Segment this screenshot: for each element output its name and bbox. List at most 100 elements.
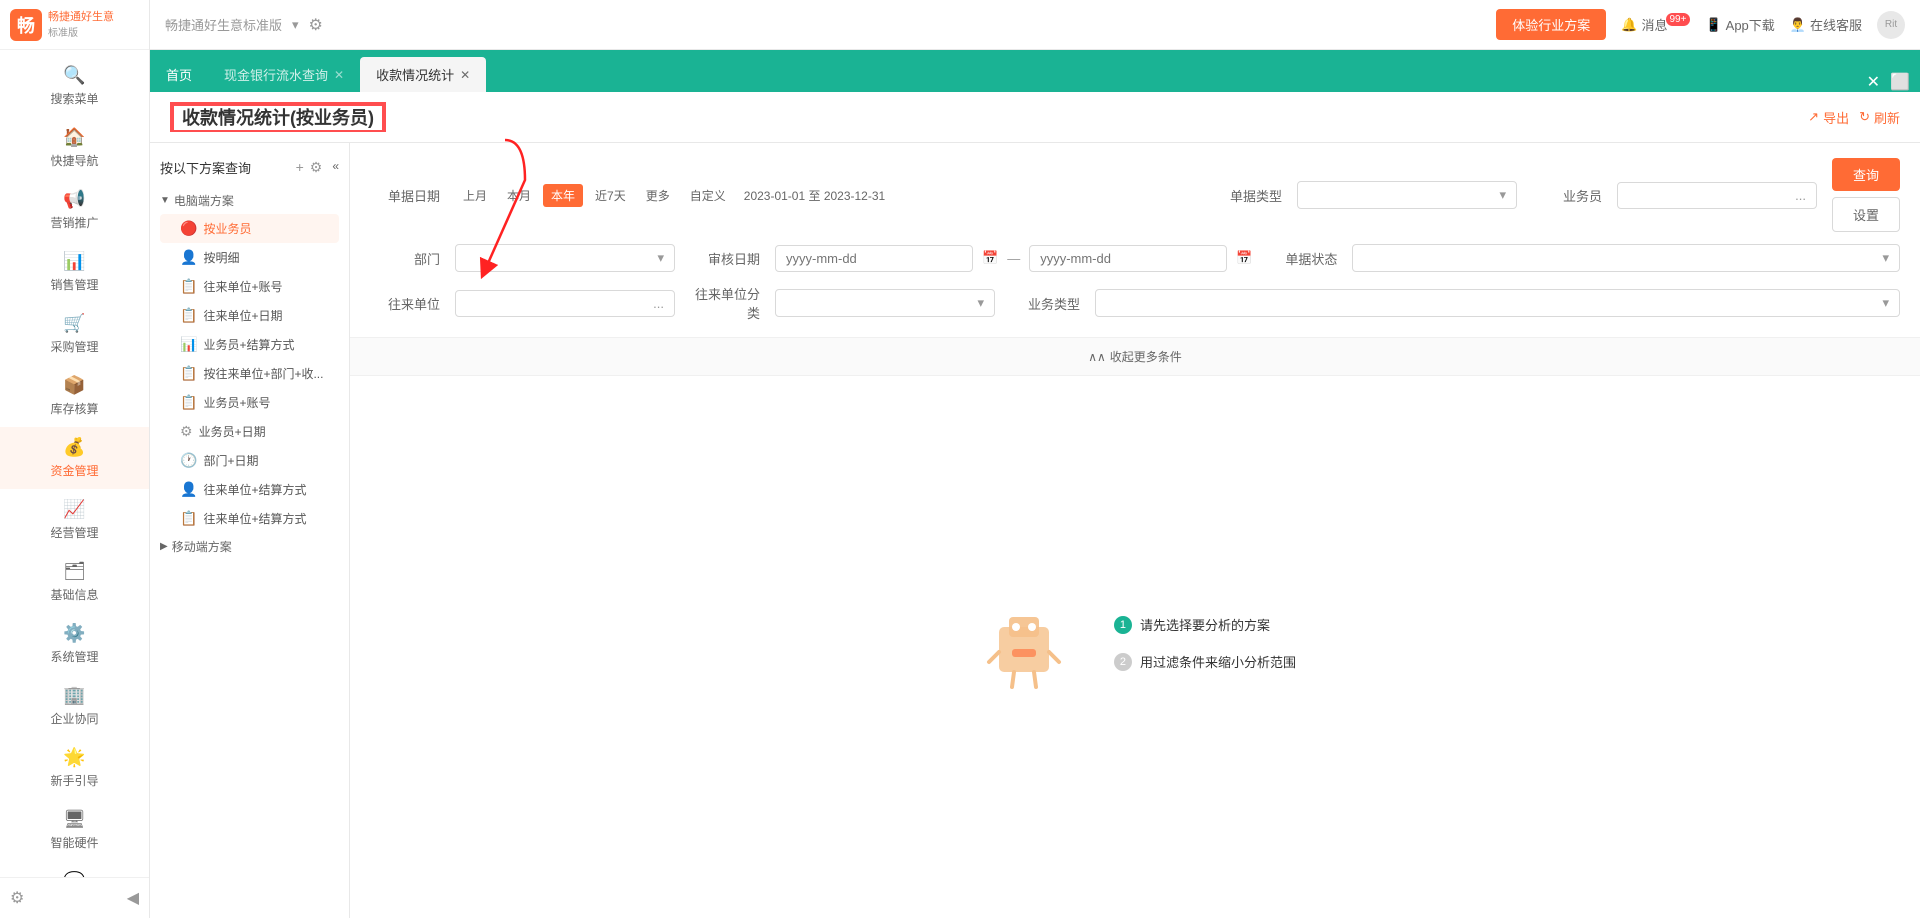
tab-close-collection-stats[interactable]: ✕ (460, 68, 470, 82)
sidebar-item-label: 库存核算 (50, 400, 98, 417)
scheme-item-dept-date[interactable]: 🕐部门+日期 (160, 446, 339, 475)
sidebar-nav: 🔍搜索菜单🏠快捷导航📢营销推广📊销售管理🛒采购管理 📦 库存核算 💰资金管理📈经营管理… (0, 50, 149, 877)
query-btn[interactable]: 查询 (1832, 158, 1900, 191)
sidebar-collapse-btn[interactable]: ◀ (127, 888, 139, 908)
doc-type-dropdown-icon: ▾ (1499, 187, 1506, 203)
scheme-item-by-salesperson[interactable]: 🔴按业务员 (160, 214, 339, 243)
salesperson-more-icon[interactable]: ... (1795, 188, 1806, 203)
notification-btn[interactable]: 🔔 消息 99+ (1621, 15, 1690, 34)
export-label: 导出 (1823, 108, 1849, 127)
refresh-btn[interactable]: ↻ 刷新 (1859, 108, 1900, 127)
sidebar-item-guide[interactable]: 🌟新手引导 (0, 737, 149, 799)
sidebar-item-operation[interactable]: 📈经营管理 (0, 489, 149, 551)
scheme-collapse-icon[interactable]: « (332, 159, 339, 176)
scheme-item-salesperson-account[interactable]: 📋业务员+账号 (160, 388, 339, 417)
scheme-settings-icon[interactable]: ⚙ (310, 159, 323, 176)
doc-status-select[interactable]: ▾ (1352, 244, 1900, 272)
scheme-group-header-mobile[interactable]: ▶移动端方案 (160, 533, 339, 560)
quick-nav-icon: 🏠 (63, 127, 85, 148)
export-btn[interactable]: ↗ 导出 (1808, 108, 1849, 127)
logo-icon: 畅 (10, 9, 42, 41)
date-tab-custom[interactable]: 自定义 (682, 184, 734, 207)
partner-settlement2-scheme-icon: 📋 (180, 510, 197, 527)
settings-btn[interactable]: 设置 (1832, 197, 1900, 232)
page-header: 收款情况统计(按业务员) ↗ 导出 ↻ 刷新 (150, 92, 1920, 143)
app-download-btn[interactable]: 📱 App下载 (1705, 15, 1774, 34)
sidebar-item-purchase[interactable]: 🛒采购管理 (0, 303, 149, 365)
sidebar-item-finance[interactable]: 💰资金管理 (0, 427, 149, 489)
tab-bank-flow[interactable]: 现金银行流水查询 ✕ (208, 57, 360, 92)
audit-date-end-calendar-icon[interactable]: 📅 (1236, 250, 1252, 266)
settings-icon[interactable]: ⚙ (309, 15, 323, 35)
partner-more-icon[interactable]: ... (653, 296, 664, 311)
sidebar-item-label: 系统管理 (50, 648, 98, 665)
dept-select[interactable]: ▾ (455, 244, 675, 272)
by-salesperson-scheme-icon: 🔴 (180, 220, 197, 237)
guide-icon: 🌟 (63, 747, 85, 768)
logo-text: 畅捷通好生意 (48, 10, 114, 24)
collapse-bar[interactable]: ∧∧ 收起更多条件 (350, 338, 1920, 376)
scheme-item-salesperson-settlement[interactable]: 📊业务员+结算方式 (160, 330, 339, 359)
date-tab-last-month[interactable]: 上月 (455, 184, 495, 207)
sidebar-item-marketing[interactable]: 📢营销推广 (0, 179, 149, 241)
step-2-text: 用过滤条件来缩小分析范围 (1140, 652, 1296, 671)
doc-type-select[interactable]: ▾ (1297, 181, 1517, 209)
scheme-item-salesperson-date[interactable]: ⚙业务员+日期 (160, 417, 339, 446)
salesperson-account-scheme-icon: 📋 (180, 394, 197, 411)
industry-btn[interactable]: 体验行业方案 (1496, 9, 1606, 40)
scheme-item-partner-account[interactable]: 📋往来单位+账号 (160, 272, 339, 301)
sidebar-item-system[interactable]: ⚙️系统管理 (0, 613, 149, 675)
partner-account-scheme-icon: 📋 (180, 278, 197, 295)
scheme-panel-icons: + ⚙ « (296, 159, 339, 176)
online-service-btn[interactable]: 👨‍💼 在线客服 (1790, 15, 1862, 34)
page-title-box: 收款情况统计(按业务员) (170, 102, 386, 132)
audit-date-control: 📅 — 📅 (775, 245, 1252, 272)
audit-date-separator: — (1007, 251, 1020, 266)
business-type-select[interactable]: ▾ (1095, 289, 1900, 317)
scheme-item-by-detail[interactable]: 👤按明细 (160, 243, 339, 272)
results-placeholder-container: 1 请先选择要分析的方案 2 用过滤条件来缩小分析范围 (974, 597, 1296, 697)
tab-home[interactable]: 首页 (150, 57, 208, 92)
sidebar-item-search-menu[interactable]: 🔍搜索菜单 (0, 55, 149, 117)
scheme-item-partner-dept-collect[interactable]: 📋按往来单位+部门+收... (160, 359, 339, 388)
partner-control[interactable]: ... (455, 290, 675, 317)
scheme-item-partner-date[interactable]: 📋往来单位+日期 (160, 301, 339, 330)
sidebar-item-sales[interactable]: 📊销售管理 (0, 241, 149, 303)
tab-bar: 首页现金银行流水查询✕收款情况统计✕ ✕ ⬜ (150, 50, 1920, 92)
inventory-icon: 📦 (63, 375, 85, 396)
sidebar-item-enterprise[interactable]: 🏢企业协同 (0, 675, 149, 737)
app-download-label: App下载 (1726, 15, 1775, 34)
partner-category-select[interactable]: ▾ (775, 289, 995, 317)
doc-type-label: 单据类型 (1212, 186, 1282, 205)
enterprise-icon: 🏢 (63, 685, 85, 706)
dropdown-arrow-icon[interactable]: ▾ (292, 17, 299, 33)
tab-maximize-icon[interactable]: ⬜ (1890, 72, 1910, 92)
sidebar-item-basic-info[interactable]: 🗂基础信息 (0, 551, 149, 613)
tab-label: 现金银行流水查询 (224, 65, 328, 84)
sidebar-settings-btn[interactable]: ⚙ (10, 888, 24, 908)
top-bar-actions: 体验行业方案 🔔 消息 99+ 📱 App下载 👨‍💼 在线客服 Rit (1496, 9, 1905, 40)
audit-date-end[interactable] (1029, 245, 1227, 272)
scheme-item-partner-settlement2[interactable]: 📋往来单位+结算方式 (160, 504, 339, 533)
tab-close-bank-flow[interactable]: ✕ (334, 68, 344, 82)
finance-icon: 💰 (63, 437, 85, 458)
sidebar-item-wechat[interactable]: 💬企业微信 (0, 861, 149, 877)
user-avatar[interactable]: Rit (1877, 11, 1905, 39)
date-tab-last-7[interactable]: 近7天 (587, 184, 634, 207)
audit-date-start[interactable] (775, 245, 973, 272)
sidebar-item-hardware[interactable]: 🖥智能硬件 (0, 799, 149, 861)
audit-date-start-calendar-icon[interactable]: 📅 (982, 250, 998, 266)
scheme-group-header-desktop[interactable]: ▼电脑端方案 (160, 187, 339, 214)
scheme-add-icon[interactable]: + (296, 159, 304, 176)
sidebar-item-quick-nav[interactable]: 🏠快捷导航 (0, 117, 149, 179)
date-tab-more[interactable]: 更多 (638, 184, 678, 207)
salesperson-control[interactable]: ... (1617, 182, 1817, 209)
sidebar-item-inventory[interactable]: 📦 库存核算 (0, 365, 149, 427)
date-tab-this-month[interactable]: 本月 (499, 184, 539, 207)
tab-collection-stats[interactable]: 收款情况统计✕ (360, 57, 486, 92)
date-tab-this-year[interactable]: 本年 (543, 184, 583, 207)
tab-close-all-icon[interactable]: ✕ (1867, 72, 1880, 92)
scheme-item-partner-settlement1[interactable]: 👤往来单位+结算方式 (160, 475, 339, 504)
btn-group: 查询 设置 (1832, 158, 1900, 232)
sidebar-item-label: 营销推广 (50, 214, 98, 231)
